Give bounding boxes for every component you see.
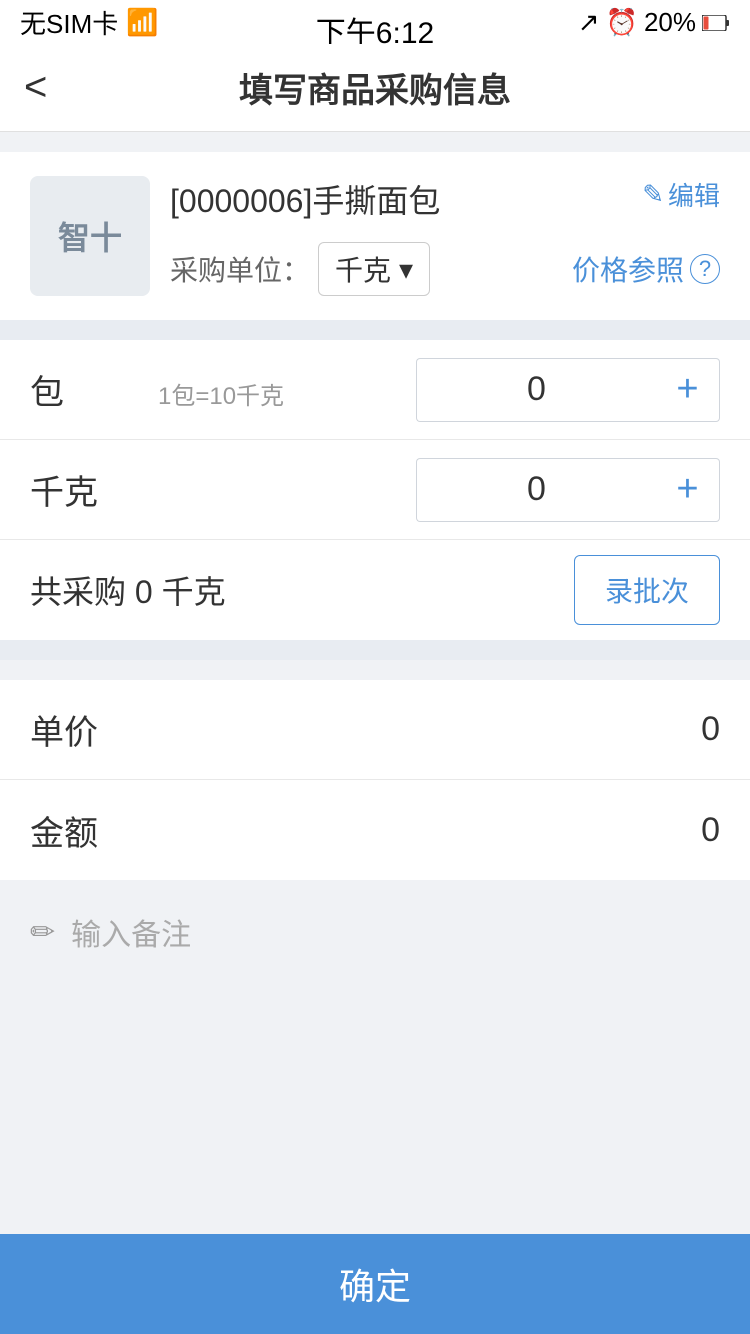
- product-image: 智十: [30, 176, 150, 296]
- pencil-icon: ✏: [30, 915, 55, 950]
- unit-price-row: 单价 0: [0, 680, 750, 780]
- edit-icon: ✎: [642, 179, 664, 210]
- quantity-section: 包 1包=10千克 + 千克 +: [0, 340, 750, 540]
- bag-input-row: 包 1包=10千克 +: [0, 340, 750, 440]
- unit-label: 采购单位：: [170, 249, 310, 289]
- bag-sublabel: 1包=10千克: [158, 376, 284, 411]
- summary-row: 共采购 0 千克 录批次: [0, 540, 750, 640]
- status-right: ↗ ⏰ 20%: [578, 7, 730, 38]
- product-header: [0000006]手撕面包 ✎ 编辑: [170, 176, 720, 222]
- remark-input-placeholder[interactable]: 输入备注: [71, 910, 191, 954]
- batch-button[interactable]: 录批次: [574, 555, 720, 625]
- kg-input-right: +: [416, 458, 720, 522]
- bag-label: 包: [30, 365, 150, 414]
- back-button[interactable]: <: [24, 65, 47, 110]
- kg-label: 千克: [30, 465, 150, 514]
- amount-label: 金额: [30, 806, 98, 855]
- remark-section: ✏ 输入备注: [0, 880, 750, 984]
- kg-input-row: 千克 +: [0, 440, 750, 540]
- bag-label-group: 包 1包=10千克: [30, 365, 284, 414]
- nav-bar: < 填写商品采购信息: [0, 44, 750, 132]
- confirm-label: 确定: [339, 1258, 411, 1310]
- product-unit-row: 采购单位： 千克 ▾ 价格参照 ?: [170, 242, 720, 296]
- kg-plus-button[interactable]: +: [656, 458, 720, 522]
- battery-icon: [702, 7, 730, 38]
- product-card: 智十 [0000006]手撕面包 ✎ 编辑 采购单位： 千克 ▾ 价格参照 ?: [0, 152, 750, 320]
- edit-label: 编辑: [668, 176, 720, 213]
- price-ref-icon: ?: [690, 254, 720, 284]
- price-section: 单价 0 金额 0: [0, 680, 750, 880]
- unit-price-value: 0: [701, 710, 720, 749]
- bag-quantity-input[interactable]: [416, 358, 656, 422]
- edit-button[interactable]: ✎ 编辑: [642, 176, 720, 213]
- unit-select-dropdown[interactable]: 千克 ▾: [318, 242, 430, 296]
- price-ref-label: 价格参照: [572, 249, 684, 289]
- product-info: [0000006]手撕面包 ✎ 编辑 采购单位： 千克 ▾ 价格参照 ?: [170, 176, 720, 296]
- amount-row: 金额 0: [0, 780, 750, 880]
- summary-text: 共采购 0 千克: [30, 567, 226, 613]
- status-bar: 无SIM卡 📶 下午6:12 ↗ ⏰ 20%: [0, 0, 750, 44]
- amount-value: 0: [701, 811, 720, 850]
- dropdown-arrow: ▾: [399, 253, 413, 286]
- unit-row-left: 采购单位： 千克 ▾: [170, 242, 430, 296]
- bag-input-right: +: [416, 358, 720, 422]
- unit-price-label: 单价: [30, 705, 98, 754]
- product-name: [0000006]手撕面包: [170, 176, 440, 222]
- product-image-text: 智十: [58, 213, 122, 259]
- price-reference-button[interactable]: 价格参照 ?: [572, 249, 720, 289]
- status-left: 无SIM卡 📶: [20, 4, 159, 41]
- page-title: 填写商品采购信息: [239, 63, 511, 112]
- wifi-icon: 📶: [126, 7, 158, 38]
- section-divider-2: [0, 640, 750, 660]
- bag-plus-button[interactable]: +: [656, 358, 720, 422]
- location-icon: ↗: [578, 7, 600, 38]
- alarm-icon: ⏰: [606, 7, 638, 38]
- unit-value: 千克: [335, 249, 391, 289]
- kg-quantity-input[interactable]: [416, 458, 656, 522]
- section-divider-1: [0, 320, 750, 340]
- battery-text: 20%: [644, 7, 696, 38]
- confirm-button[interactable]: 确定: [0, 1234, 750, 1334]
- carrier-text: 无SIM卡: [20, 4, 118, 41]
